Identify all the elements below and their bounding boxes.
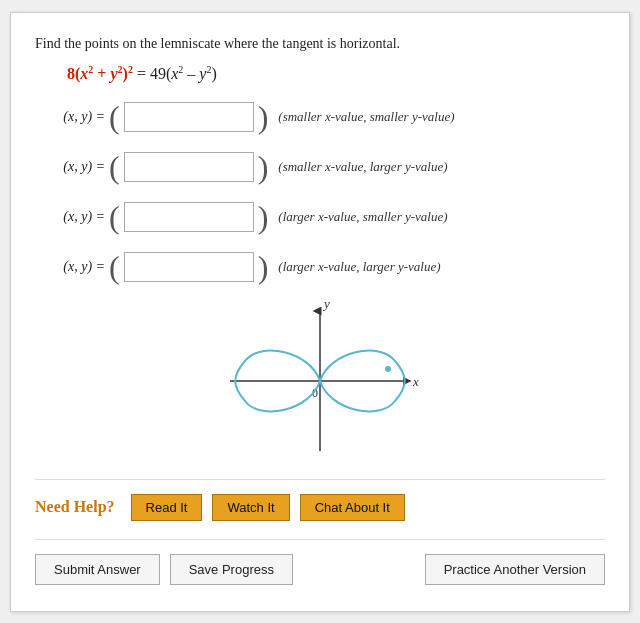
- hint-1: (smaller x-value, smaller y-value): [278, 109, 454, 125]
- lemniscate-graph: x y 0: [220, 301, 420, 461]
- submit-answer-button[interactable]: Submit Answer: [35, 554, 160, 585]
- input-row-1: (x, y) = ( ) (smaller x-value, smaller y…: [35, 101, 605, 133]
- hint-2: (smaller x-value, larger y-value): [278, 159, 447, 175]
- equation-black: = 49(x2 – y2): [137, 65, 217, 82]
- input-label-3: (x, y) =: [35, 209, 105, 225]
- paren-open-1: (: [109, 101, 120, 133]
- y-axis-label: y: [322, 301, 330, 311]
- graph-area: x y 0: [35, 301, 605, 461]
- paren-close-4: ): [258, 251, 269, 283]
- hint-4: (larger x-value, larger y-value): [278, 259, 440, 275]
- paren-open-4: (: [109, 251, 120, 283]
- need-help-section: Need Help? Read It Watch It Chat About I…: [35, 479, 605, 521]
- paren-close-1: ): [258, 101, 269, 133]
- answer-input-1[interactable]: [124, 102, 254, 132]
- paren-open-2: (: [109, 151, 120, 183]
- need-help-label: Need Help?: [35, 498, 115, 516]
- read-it-button[interactable]: Read It: [131, 494, 203, 521]
- equation-red: 8(x2 + y2)2: [67, 65, 133, 82]
- tangent-point-dot: [385, 366, 391, 372]
- input-row-2: (x, y) = ( ) (smaller x-value, larger y-…: [35, 151, 605, 183]
- watch-it-button[interactable]: Watch It: [212, 494, 289, 521]
- answer-input-2[interactable]: [124, 152, 254, 182]
- input-label-2: (x, y) =: [35, 159, 105, 175]
- input-row-4: (x, y) = ( ) (larger x-value, larger y-v…: [35, 251, 605, 283]
- paren-open-3: (: [109, 201, 120, 233]
- main-container: Find the points on the lemniscate where …: [10, 12, 630, 612]
- input-label-4: (x, y) =: [35, 259, 105, 275]
- chat-about-it-button[interactable]: Chat About It: [300, 494, 405, 521]
- input-row-3: (x, y) = ( ) (larger x-value, smaller y-…: [35, 201, 605, 233]
- answer-input-3[interactable]: [124, 202, 254, 232]
- input-label-1: (x, y) =: [35, 109, 105, 125]
- hint-3: (larger x-value, smaller y-value): [278, 209, 447, 225]
- answer-input-4[interactable]: [124, 252, 254, 282]
- question-text: Find the points on the lemniscate where …: [35, 33, 605, 54]
- practice-another-button[interactable]: Practice Another Version: [425, 554, 605, 585]
- paren-close-2: ): [258, 151, 269, 183]
- save-progress-button[interactable]: Save Progress: [170, 554, 293, 585]
- paren-close-3: ): [258, 201, 269, 233]
- x-axis-label: x: [412, 374, 419, 389]
- equation: 8(x2 + y2)2 = 49(x2 – y2): [67, 64, 605, 83]
- footer-buttons: Submit Answer Save Progress Practice Ano…: [35, 539, 605, 585]
